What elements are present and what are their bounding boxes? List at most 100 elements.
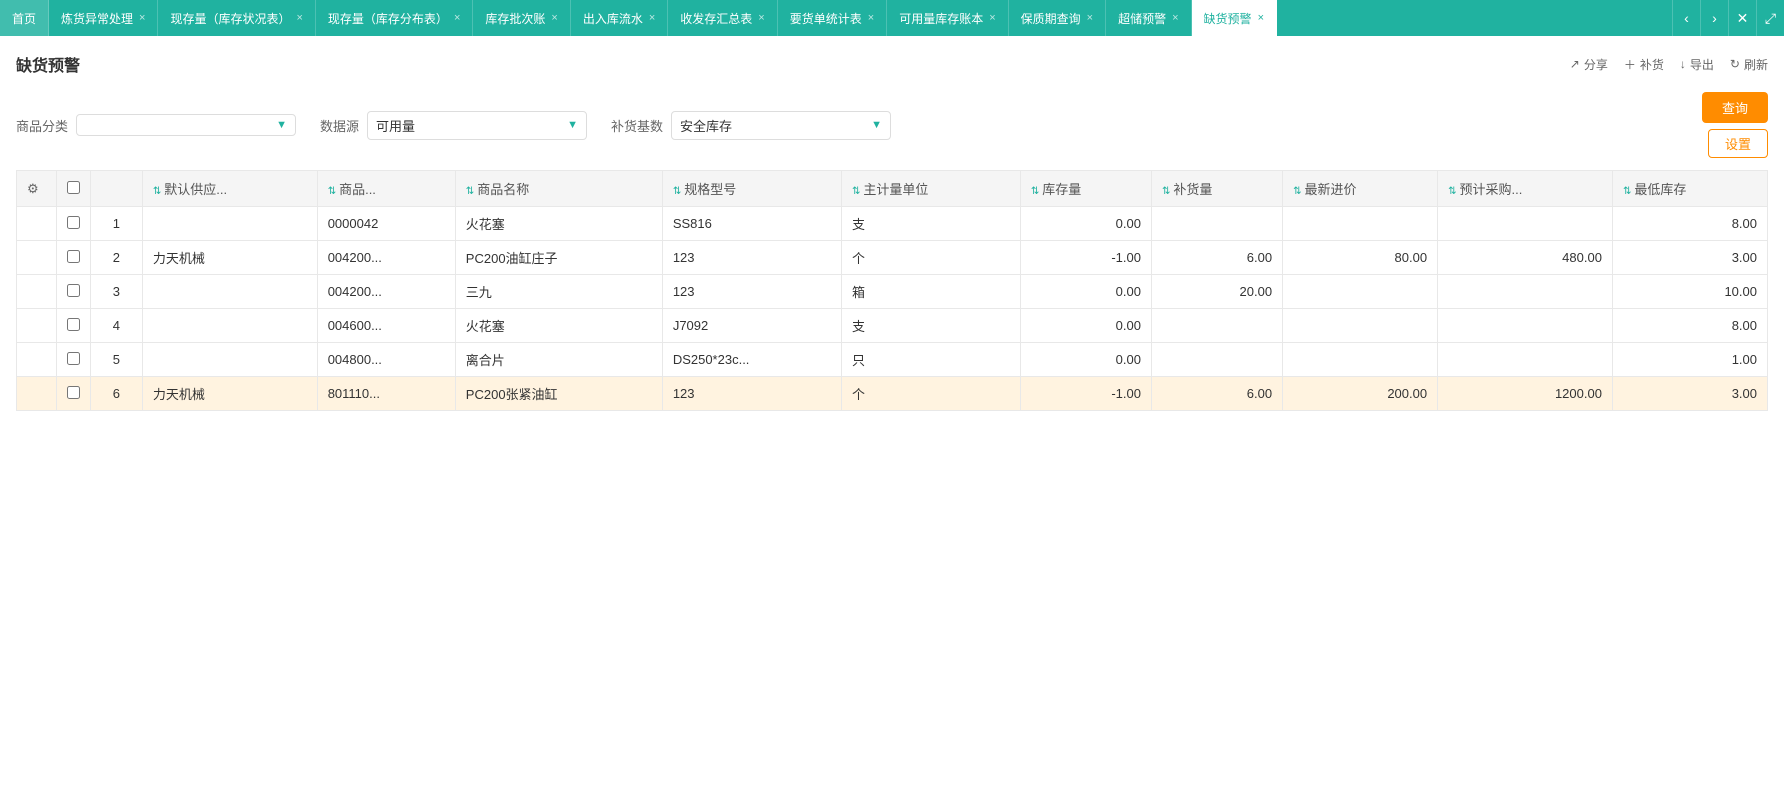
- row-checkbox[interactable]: [67, 216, 80, 229]
- row-number-cell: 10.00: [1612, 275, 1767, 309]
- tab-label: 炼货异常处理: [61, 10, 133, 27]
- row-number-cell: 0.00: [1020, 275, 1151, 309]
- tab-available-ledger[interactable]: 可用量库存账本×: [887, 0, 1008, 36]
- table-row: 3004200...三九123箱0.0020.0010.00: [17, 275, 1768, 309]
- col-label-est_purchase: 预计采购...: [1459, 182, 1522, 197]
- sort-icon: ⇅: [673, 186, 681, 197]
- tab-shortage[interactable]: 缺货预警×: [1192, 0, 1277, 36]
- query-button[interactable]: 查询: [1702, 92, 1768, 123]
- tab-batch-account[interactable]: 库存批次账×: [473, 0, 570, 36]
- tab-close-inout-flow[interactable]: ×: [649, 12, 655, 24]
- tab-expand-btn[interactable]: ⤢: [1756, 0, 1784, 36]
- tab-close-available-ledger[interactable]: ×: [989, 12, 995, 24]
- tab-close-expiry[interactable]: ×: [1087, 12, 1093, 24]
- row-text-cell: 火花塞: [455, 309, 662, 343]
- tab-close-batch-account[interactable]: ×: [551, 12, 557, 24]
- row-text-cell: 火花塞: [455, 207, 662, 241]
- th-product_code[interactable]: ⇅商品...: [317, 171, 455, 207]
- replenish-base-select[interactable]: 安全库存 ▼: [671, 111, 891, 140]
- category-dropdown-icon: ▼: [276, 119, 287, 131]
- share-action[interactable]: ↗ 分享: [1570, 56, 1608, 73]
- row-checkbox-cell: [57, 207, 91, 241]
- tab-stock-dist[interactable]: 现存量（库存分布表）×: [316, 0, 473, 36]
- row-num-cell: 3: [91, 275, 143, 309]
- col-label-unit: 主计量单位: [863, 182, 928, 197]
- tab-abnormal[interactable]: 炼货异常处理 ×: [49, 0, 158, 36]
- page-header: 缺货预警 ↗ 分享 ＋ 补货 ↓ 导出 ↻ 刷新: [16, 52, 1768, 76]
- select-all-checkbox[interactable]: [67, 181, 80, 194]
- tab-close-overstock[interactable]: ×: [1172, 12, 1178, 24]
- table-row: 2力天机械004200...PC200油缸庄子123个-1.006.0080.0…: [17, 241, 1768, 275]
- replenish-action[interactable]: ＋ 补货: [1624, 56, 1664, 73]
- row-text-cell: 支: [842, 207, 1021, 241]
- tab-close-stock-dist[interactable]: ×: [454, 12, 460, 24]
- tab-close-stock-status[interactable]: ×: [296, 12, 302, 24]
- export-action[interactable]: ↓ 导出: [1680, 56, 1714, 73]
- row-num-cell: 1: [91, 207, 143, 241]
- row-empty-cell: [17, 377, 57, 411]
- tab-stock-status[interactable]: 现存量（库存状况表）×: [158, 0, 315, 36]
- row-number-cell: [1151, 343, 1282, 377]
- row-text-cell: 只: [842, 343, 1021, 377]
- tab-inout-flow[interactable]: 出入库流水×: [571, 0, 668, 36]
- col-label-supplier: 默认供应...: [164, 182, 227, 197]
- row-number-cell: [1283, 207, 1438, 241]
- replenish-base-select-value: 安全库存: [680, 116, 732, 135]
- th-supplier[interactable]: ⇅默认供应...: [142, 171, 317, 207]
- tab-label: 保质期查询: [1021, 10, 1081, 27]
- category-label: 商品分类: [16, 116, 68, 135]
- table-row: 10000042火花塞SS816支0.008.00: [17, 207, 1768, 241]
- th-replenish_qty[interactable]: ⇅补货量: [1151, 171, 1282, 207]
- th-spec[interactable]: ⇅规格型号: [662, 171, 841, 207]
- category-select[interactable]: ▼: [76, 114, 296, 136]
- row-text-cell: [142, 207, 317, 241]
- row-number-cell: [1283, 343, 1438, 377]
- tab-close-abnormal[interactable]: ×: [139, 12, 145, 24]
- row-checkbox-cell: [57, 241, 91, 275]
- row-checkbox[interactable]: [67, 352, 80, 365]
- datasource-filter-group: 数据源 可用量 ▼: [320, 111, 587, 140]
- col-label-min_stock: 最低库存: [1634, 182, 1686, 197]
- row-number-cell: -1.00: [1020, 377, 1151, 411]
- tab-receipt-summary[interactable]: 收发存汇总表×: [668, 0, 777, 36]
- row-checkbox[interactable]: [67, 250, 80, 263]
- tab-order-stat[interactable]: 要货单统计表×: [778, 0, 887, 36]
- category-filter-group: 商品分类 ▼: [16, 114, 296, 136]
- row-checkbox[interactable]: [67, 284, 80, 297]
- row-number-cell: -1.00: [1020, 241, 1151, 275]
- filter-actions: 查询 设置: [1702, 92, 1768, 158]
- settings-button[interactable]: 设置: [1708, 129, 1768, 158]
- column-settings-icon[interactable]: ⚙: [27, 181, 39, 196]
- tab-close-order-stat[interactable]: ×: [868, 12, 874, 24]
- export-icon: ↓: [1680, 57, 1686, 71]
- row-empty-cell: [17, 207, 57, 241]
- tab-prev-btn[interactable]: ‹: [1672, 0, 1700, 36]
- tab-close-all-btn[interactable]: ✕: [1728, 0, 1756, 36]
- th-product_name[interactable]: ⇅商品名称: [455, 171, 662, 207]
- replenish-base-filter-group: 补货基数 安全库存 ▼: [611, 111, 891, 140]
- datasource-select[interactable]: 可用量 ▼: [367, 111, 587, 140]
- th-min_stock[interactable]: ⇅最低库存: [1612, 171, 1767, 207]
- main-content: 缺货预警 ↗ 分享 ＋ 补货 ↓ 导出 ↻ 刷新 商品分类: [0, 36, 1784, 796]
- th-unit[interactable]: ⇅主计量单位: [842, 171, 1021, 207]
- row-empty-cell: [17, 275, 57, 309]
- tab-close-receipt-summary[interactable]: ×: [758, 12, 764, 24]
- row-number-cell: 6.00: [1151, 241, 1282, 275]
- tab-close-shortage[interactable]: ×: [1258, 12, 1264, 24]
- refresh-action[interactable]: ↻ 刷新: [1730, 56, 1768, 73]
- row-text-cell: PC200油缸庄子: [455, 241, 662, 275]
- th-latest_price[interactable]: ⇅最新进价: [1283, 171, 1438, 207]
- th-est_purchase[interactable]: ⇅预计采购...: [1438, 171, 1613, 207]
- sort-icon: ⇅: [466, 186, 474, 197]
- tab-expiry[interactable]: 保质期查询 ×: [1009, 0, 1106, 36]
- th-settings: ⚙: [17, 171, 57, 207]
- row-num-cell: 5: [91, 343, 143, 377]
- tab-home[interactable]: 首页: [0, 0, 49, 36]
- row-number-cell: 8.00: [1612, 207, 1767, 241]
- tab-next-btn[interactable]: ›: [1700, 0, 1728, 36]
- row-checkbox[interactable]: [67, 386, 80, 399]
- row-number-cell: [1438, 207, 1613, 241]
- th-stock[interactable]: ⇅库存量: [1020, 171, 1151, 207]
- tab-overstock[interactable]: 超储预警×: [1106, 0, 1191, 36]
- row-checkbox[interactable]: [67, 318, 80, 331]
